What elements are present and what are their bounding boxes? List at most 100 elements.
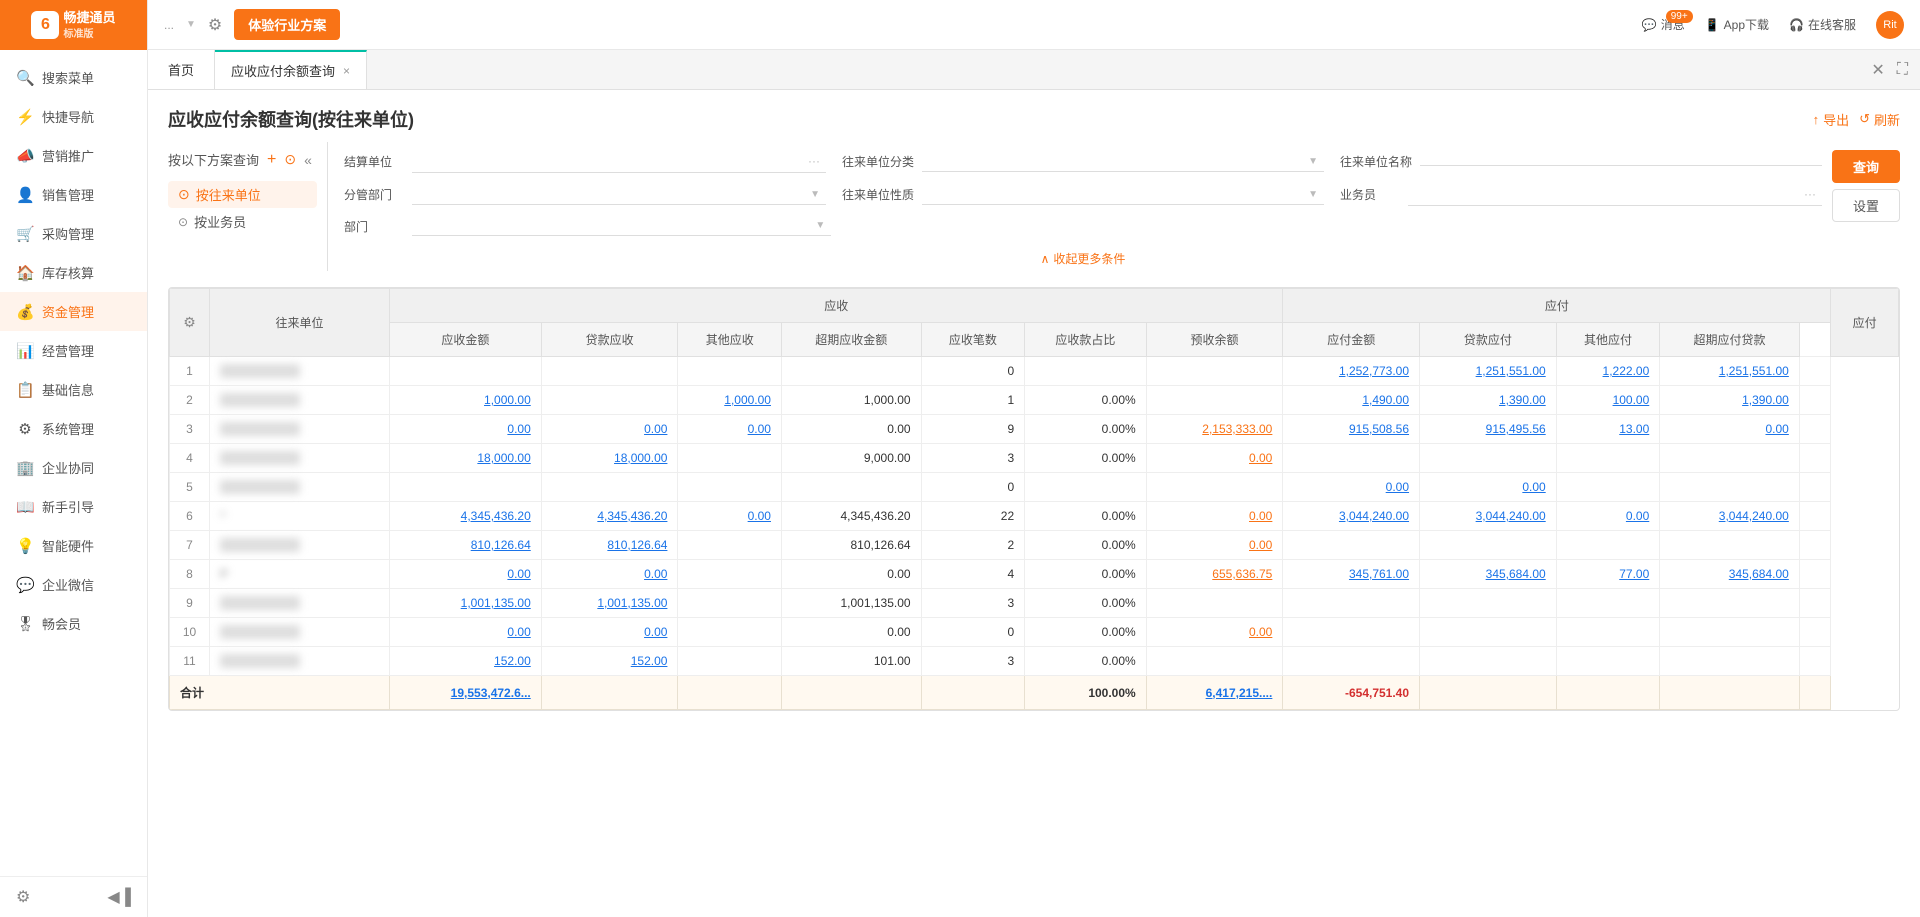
cell-link[interactable]: 0.00 xyxy=(507,422,530,436)
table-cell[interactable]: 345,684.00 xyxy=(1420,560,1557,589)
cell-link[interactable]: 0.00 xyxy=(748,509,771,523)
scheme-tab-salesperson[interactable]: ⊙ 按业务员 xyxy=(168,208,317,235)
table-cell[interactable]: 0.00 xyxy=(541,415,678,444)
cell-link[interactable]: 18,000.00 xyxy=(614,451,667,465)
table-cell[interactable]: 152.00 xyxy=(541,647,678,676)
cell-link[interactable]: 1,251,551.00 xyxy=(1719,364,1789,378)
cell-link[interactable]: 0.00 xyxy=(644,422,667,436)
cell-link[interactable]: 0.00 xyxy=(507,625,530,639)
tab-close-window-icon[interactable]: ✕ xyxy=(1871,60,1884,80)
tab-home[interactable]: 首页 xyxy=(148,50,215,89)
table-cell[interactable]: 1,001,135.00 xyxy=(541,589,678,618)
cell-link[interactable]: 810,126.64 xyxy=(607,538,667,552)
table-cell[interactable]: 0.00 xyxy=(1283,473,1420,502)
export-button[interactable]: ↑ 导出 xyxy=(1813,110,1850,129)
tab-close-icon[interactable]: × xyxy=(343,64,350,78)
cell-link[interactable]: 1,001,135.00 xyxy=(597,596,667,610)
table-cell[interactable]: 100.00 xyxy=(1556,386,1660,415)
cell-link[interactable]: 1,252,773.00 xyxy=(1339,364,1409,378)
table-cell[interactable]: 1,251,551.00 xyxy=(1660,357,1800,386)
collapse-sidebar-icon[interactable]: ◀▐ xyxy=(107,887,131,907)
table-cell[interactable]: 0.00 xyxy=(390,560,542,589)
table-cell[interactable]: 0.00 xyxy=(390,415,542,444)
tab-fullscreen-icon[interactable]: ⛶ xyxy=(1897,61,1908,79)
table-cell[interactable]: 13.00 xyxy=(1556,415,1660,444)
cell-link[interactable]: 0.00 xyxy=(644,567,667,581)
table-cell[interactable]: 77.00 xyxy=(1556,560,1660,589)
cell-link[interactable]: 1,390.00 xyxy=(1499,393,1546,407)
advance-balance-cell[interactable]: 0.00 xyxy=(1146,444,1283,473)
advance-link[interactable]: 0.00 xyxy=(1249,625,1272,639)
table-cell[interactable]: 1,222.00 xyxy=(1556,357,1660,386)
advance-link[interactable]: 0.00 xyxy=(1249,509,1272,523)
table-cell[interactable]: 0.00 xyxy=(541,618,678,647)
cell-link[interactable]: 4,345,436.20 xyxy=(461,509,531,523)
promo-button[interactable]: 体验行业方案 xyxy=(234,9,340,40)
tab-receivable-query[interactable]: 应收应付余额查询 × xyxy=(215,50,367,89)
message-button[interactable]: 💬 消息 99+ xyxy=(1642,16,1685,33)
advance-link[interactable]: 2,153,333.00 xyxy=(1202,422,1272,436)
table-cell[interactable]: 3,044,240.00 xyxy=(1660,502,1800,531)
cell-link[interactable]: 152.00 xyxy=(494,654,531,668)
cell-link[interactable]: 1,000.00 xyxy=(484,393,531,407)
cell-link[interactable]: 345,684.00 xyxy=(1729,567,1789,581)
advance-balance-cell[interactable]: 2,153,333.00 xyxy=(1146,415,1283,444)
sidebar-item-wechat[interactable]: 💬 企业微信 xyxy=(0,565,147,604)
sidebar-item-finance[interactable]: 💰 资金管理 xyxy=(0,292,147,331)
table-cell[interactable]: 1,390.00 xyxy=(1420,386,1557,415)
table-cell[interactable]: 3,044,240.00 xyxy=(1283,502,1420,531)
cell-link[interactable]: 915,495.56 xyxy=(1486,422,1546,436)
settings-footer-icon[interactable]: ⚙ xyxy=(16,887,30,907)
table-cell[interactable]: 345,761.00 xyxy=(1283,560,1420,589)
advance-balance-cell[interactable]: 0.00 xyxy=(1146,531,1283,560)
table-cell[interactable]: 18,000.00 xyxy=(541,444,678,473)
table-cell[interactable]: 0.00 xyxy=(1660,415,1800,444)
table-cell[interactable]: 915,495.56 xyxy=(1420,415,1557,444)
cell-link[interactable]: 1,001,135.00 xyxy=(461,596,531,610)
cell-link[interactable]: 18,000.00 xyxy=(477,451,530,465)
user-menu[interactable]: Rit xyxy=(1876,11,1904,39)
partner-name-input[interactable] xyxy=(1420,157,1822,166)
division-dept-input[interactable]: ▼ xyxy=(412,185,826,205)
sidebar-item-guide[interactable]: 📖 新手引导 xyxy=(0,487,147,526)
advance-link[interactable]: 655,636.75 xyxy=(1212,567,1272,581)
scheme-tab-partner[interactable]: ⊙ 按往来单位 xyxy=(168,181,317,208)
query-button[interactable]: 查询 xyxy=(1832,150,1900,183)
footer-rec-amount-link[interactable]: 19,553,472.6... xyxy=(451,686,531,700)
table-cell[interactable]: 1,490.00 xyxy=(1283,386,1420,415)
sidebar-item-sales[interactable]: 👤 销售管理 xyxy=(0,175,147,214)
sidebar-item-marketing[interactable]: 📣 营销推广 xyxy=(0,136,147,175)
sidebar-item-hardware[interactable]: 💡 智能硬件 xyxy=(0,526,147,565)
table-cell[interactable]: 810,126.64 xyxy=(541,531,678,560)
app-download-button[interactable]: 📱 App下载 xyxy=(1705,16,1769,33)
advance-balance-cell[interactable]: 0.00 xyxy=(1146,502,1283,531)
cell-link[interactable]: 100.00 xyxy=(1613,393,1650,407)
sidebar-item-quicknav[interactable]: ⚡ 快捷导航 xyxy=(0,97,147,136)
refresh-button[interactable]: ↺ 刷新 xyxy=(1859,110,1900,129)
partner-category-input[interactable]: ▼ xyxy=(922,152,1324,172)
sidebar-item-basic-info[interactable]: 📋 基础信息 xyxy=(0,370,147,409)
collapse-more-button[interactable]: ∧ 收起更多条件 xyxy=(344,246,1822,271)
table-cell[interactable]: 810,126.64 xyxy=(390,531,542,560)
cell-link[interactable]: 13.00 xyxy=(1619,422,1649,436)
table-cell[interactable]: 0.00 xyxy=(1556,502,1660,531)
table-settings-icon[interactable]: ⚙ xyxy=(183,314,196,330)
sidebar-item-purchase[interactable]: 🛒 采购管理 xyxy=(0,214,147,253)
table-cell[interactable]: 1,390.00 xyxy=(1660,386,1800,415)
setting-button[interactable]: 设置 xyxy=(1832,189,1900,222)
table-cell[interactable]: 345,684.00 xyxy=(1660,560,1800,589)
cell-link[interactable]: 0.00 xyxy=(1765,422,1788,436)
cell-link[interactable]: 152.00 xyxy=(631,654,668,668)
header-gear-icon[interactable]: ⚙ xyxy=(208,15,222,35)
filter-collapse-icon[interactable]: « xyxy=(304,152,312,168)
table-cell[interactable]: 1,251,551.00 xyxy=(1420,357,1557,386)
cell-link[interactable]: 810,126.64 xyxy=(471,538,531,552)
cell-link[interactable]: 1,222.00 xyxy=(1603,364,1650,378)
advance-balance-cell[interactable]: 655,636.75 xyxy=(1146,560,1283,589)
table-cell[interactable]: 0.00 xyxy=(678,415,782,444)
footer-advance-link[interactable]: 6,417,215.... xyxy=(1206,686,1273,700)
cell-link[interactable]: 0.00 xyxy=(644,625,667,639)
table-cell[interactable]: 0.00 xyxy=(1420,473,1557,502)
online-service-button[interactable]: 🎧 在线客服 xyxy=(1789,16,1856,33)
cell-link[interactable]: 915,508.56 xyxy=(1349,422,1409,436)
